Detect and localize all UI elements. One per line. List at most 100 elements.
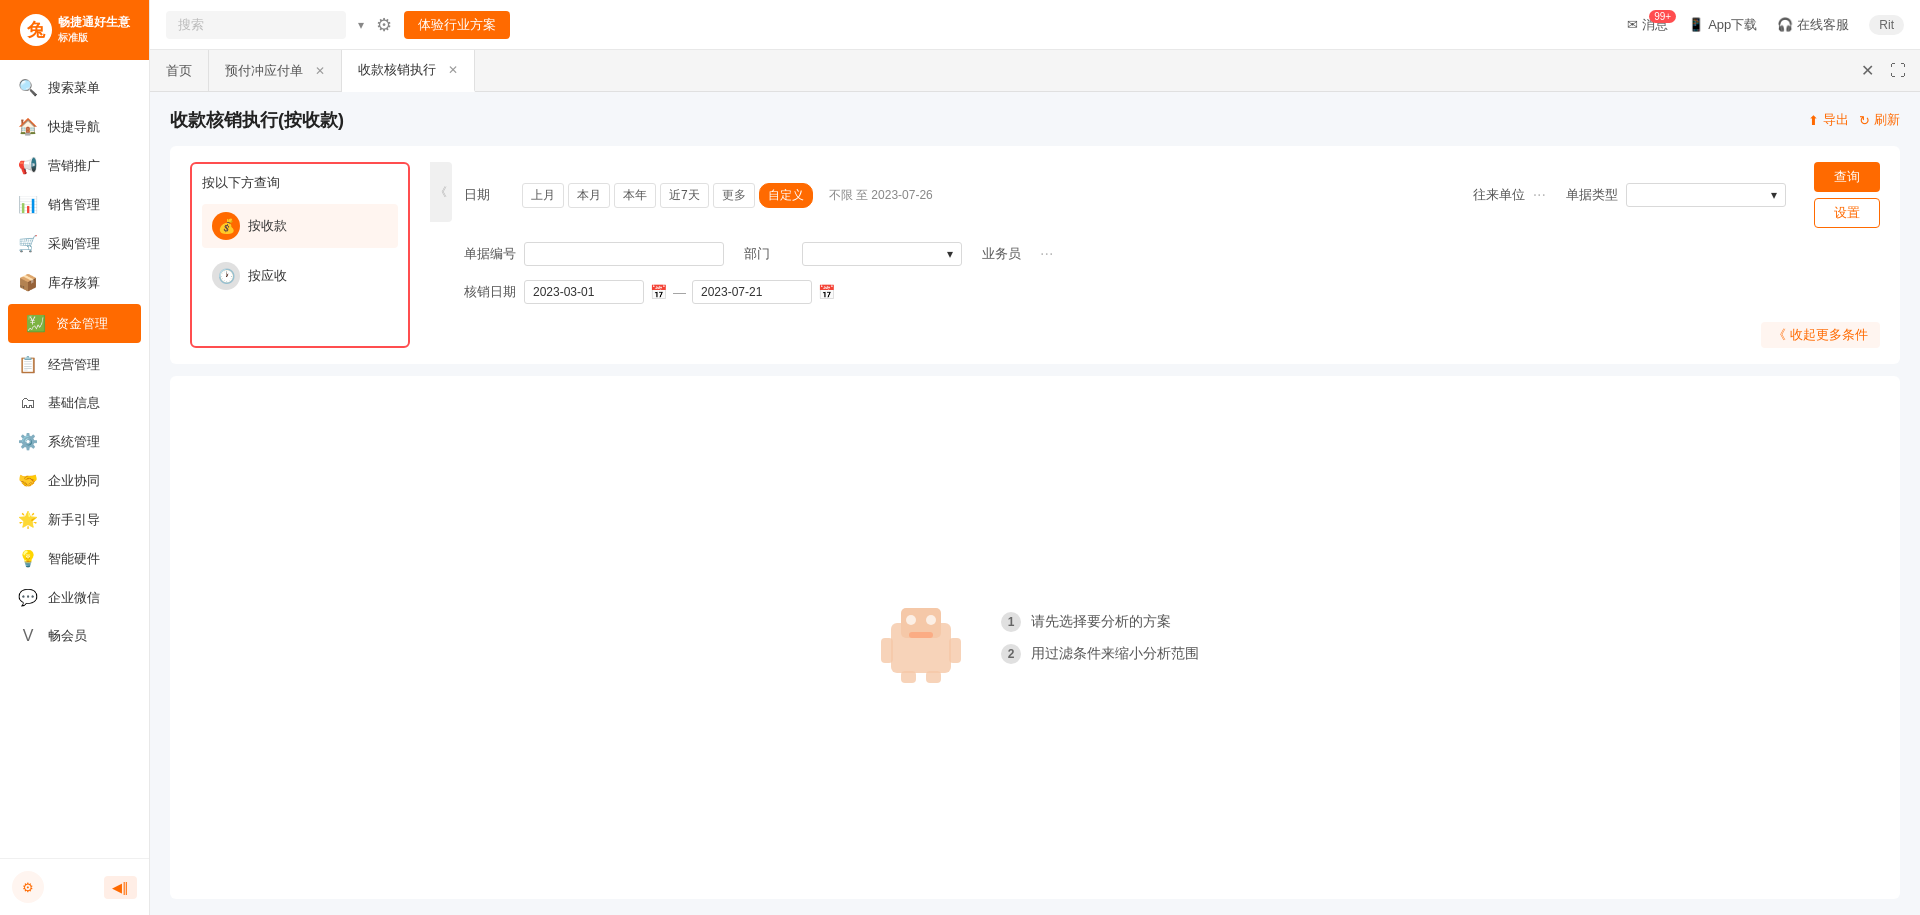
verify-date-field: 核销日期 📅 — 📅 — [464, 280, 835, 304]
sidebar-item-sales[interactable]: 📊 销售管理 — [0, 185, 149, 224]
doc-number-input[interactable] — [524, 242, 724, 266]
refresh-btn[interactable]: ↻ 刷新 — [1859, 111, 1900, 129]
sidebar-item-enterprise[interactable]: 🤝 企业协同 — [0, 461, 149, 500]
date-btn-7days[interactable]: 近7天 — [660, 183, 709, 208]
tab-prepay-close[interactable]: ✕ — [315, 64, 325, 78]
sidebar-item-basic-info[interactable]: 🗂 基础信息 — [0, 384, 149, 422]
filter-option-by-receipt[interactable]: 💰 按收款 — [202, 204, 398, 248]
verify-date-start-input[interactable] — [524, 280, 644, 304]
svg-rect-5 — [881, 638, 893, 663]
tab-prepay[interactable]: 预付冲应付单 ✕ — [209, 50, 342, 91]
calendar-end-icon[interactable]: 📅 — [818, 284, 835, 300]
sidebar-settings-btn[interactable]: ⚙ — [12, 871, 44, 903]
tab-home[interactable]: 首页 — [150, 50, 209, 91]
sidebar-item-label: 企业协同 — [48, 472, 100, 490]
tip-num-2: 2 — [1001, 644, 1021, 664]
filter-row-1: 日期 上月 本月 本年 近7天 更多 自定义 不限 至 2023-07-26 往… — [464, 162, 1880, 228]
filter-right: 日期 上月 本月 本年 近7天 更多 自定义 不限 至 2023-07-26 往… — [464, 162, 1880, 348]
message-badge: 99+ — [1649, 10, 1676, 23]
filter-row-3: 核销日期 📅 — 📅 — [464, 280, 1880, 304]
sidebar-collapse-btn[interactable]: ◀‖ — [104, 876, 137, 899]
staff-dots[interactable]: ··· — [1040, 245, 1053, 263]
receivable-label: 按应收 — [248, 267, 287, 285]
refresh-label: 刷新 — [1874, 111, 1900, 129]
sidebar-item-search[interactable]: 🔍 搜索菜单 — [0, 68, 149, 107]
date-sep: — — [673, 285, 686, 300]
online-service-btn[interactable]: 🎧 在线客服 — [1777, 16, 1849, 34]
sidebar-item-system[interactable]: ⚙️ 系统管理 — [0, 422, 149, 461]
sidebar-item-wechat[interactable]: 💬 企业微信 — [0, 578, 149, 617]
settings-btn[interactable]: 设置 — [1814, 198, 1880, 228]
dept-select[interactable]: ▾ — [802, 242, 962, 266]
sidebar-item-inventory[interactable]: 📦 库存核算 — [0, 263, 149, 302]
topbar: 搜索 ▾ ⚙ 体验行业方案 ✉ 消息 99+ 📱 App下载 🎧 在线客服 Ri… — [150, 0, 1920, 50]
receipt-icon: 💰 — [212, 212, 240, 240]
date-field: 日期 上月 本月 本年 近7天 更多 自定义 不限 至 2023-07-26 — [464, 183, 933, 208]
counterpart-dots[interactable]: ··· — [1533, 186, 1546, 204]
date-btn-this-year[interactable]: 本年 — [614, 183, 656, 208]
app-download-btn[interactable]: 📱 App下载 — [1688, 16, 1757, 34]
purchase-icon: 🛒 — [18, 234, 38, 253]
hardware-icon: 💡 — [18, 549, 38, 568]
doc-type-field: 单据类型 ▾ — [1566, 183, 1786, 207]
topbar-search[interactable]: 搜索 — [166, 11, 346, 39]
dept-field: 部门 ▾ — [744, 242, 962, 266]
filter-panel-collapse-btn[interactable]: 《 — [430, 162, 452, 222]
doc-type-label: 单据类型 — [1566, 186, 1618, 204]
tab-collection-close[interactable]: ✕ — [448, 63, 458, 77]
export-btn[interactable]: ⬆ 导出 — [1808, 111, 1849, 129]
close-tab-btn[interactable]: ✕ — [1857, 57, 1878, 84]
collapse-conditions-btn[interactable]: 《 收起更多条件 — [1761, 322, 1880, 348]
wechat-icon: 💬 — [18, 588, 38, 607]
page-header-actions: ⬆ 导出 ↻ 刷新 — [1808, 111, 1900, 129]
tab-collection[interactable]: 收款核销执行 ✕ — [342, 50, 475, 92]
sidebar-item-label: 经营管理 — [48, 356, 100, 374]
sidebar-item-quick-nav[interactable]: 🏠 快捷导航 — [0, 107, 149, 146]
sidebar-item-marketing[interactable]: 📢 营销推广 — [0, 146, 149, 185]
guide-icon: 🌟 — [18, 510, 38, 529]
sidebar-item-business[interactable]: 📋 经营管理 — [0, 345, 149, 384]
solution-btn[interactable]: 体验行业方案 — [404, 11, 510, 39]
verify-date-end-input[interactable] — [692, 280, 812, 304]
doc-type-select[interactable]: ▾ — [1626, 183, 1786, 207]
date-btn-this-month[interactable]: 本月 — [568, 183, 610, 208]
date-btn-more[interactable]: 更多 — [713, 183, 755, 208]
app-logo: 兔 畅捷通好生意 标准版 — [0, 0, 149, 60]
sidebar-item-guide[interactable]: 🌟 新手引导 — [0, 500, 149, 539]
sidebar-item-label: 采购管理 — [48, 235, 100, 253]
filter-row-2: 单据编号 部门 ▾ 业务员 ··· — [464, 242, 1880, 266]
topbar-settings-icon[interactable]: ⚙ — [376, 14, 392, 36]
app-download-label: App下载 — [1708, 16, 1757, 34]
sidebar-item-label: 系统管理 — [48, 433, 100, 451]
message-btn[interactable]: ✉ 消息 99+ — [1627, 16, 1668, 34]
marketing-icon: 📢 — [18, 156, 38, 175]
dept-label: 部门 — [744, 245, 794, 263]
user-info[interactable]: Rit — [1869, 15, 1904, 35]
topbar-dropdown-icon[interactable]: ▾ — [358, 18, 364, 32]
sidebar-item-purchase[interactable]: 🛒 采购管理 — [0, 224, 149, 263]
user-name: Rit — [1879, 18, 1894, 32]
sidebar-item-hardware[interactable]: 💡 智能硬件 — [0, 539, 149, 578]
verify-date-range: 📅 — 📅 — [524, 280, 835, 304]
svg-point-2 — [906, 615, 916, 625]
sidebar-item-vip[interactable]: V 畅会员 — [0, 617, 149, 655]
query-btn[interactable]: 查询 — [1814, 162, 1880, 192]
empty-content: 1 请先选择要分析的方案 2 用过滤条件来缩小分析范围 — [871, 588, 1199, 688]
date-btn-last-month[interactable]: 上月 — [522, 183, 564, 208]
dept-arrow: ▾ — [947, 247, 953, 261]
sidebar-item-finance[interactable]: 💹 资金管理 — [8, 304, 141, 343]
staff-label: 业务员 — [982, 245, 1032, 263]
sidebar-item-label: 快捷导航 — [48, 118, 100, 136]
collapse-conditions-row: 《 收起更多条件 — [464, 322, 1880, 348]
verify-date-label: 核销日期 — [464, 283, 516, 301]
expand-tab-btn[interactable]: ⛶ — [1886, 58, 1910, 84]
filter-option-by-receivable[interactable]: 🕐 按应收 — [202, 254, 398, 298]
svg-rect-7 — [901, 671, 916, 683]
calendar-start-icon[interactable]: 📅 — [650, 284, 667, 300]
date-sub-label: 不限 至 2023-07-26 — [829, 187, 933, 204]
date-btn-custom[interactable]: 自定义 — [759, 183, 813, 208]
sidebar-item-label: 搜索菜单 — [48, 79, 100, 97]
tab-prepay-label: 预付冲应付单 — [225, 62, 303, 80]
collapse-icon: 《 — [1773, 326, 1786, 344]
message-icon: ✉ — [1627, 17, 1638, 32]
